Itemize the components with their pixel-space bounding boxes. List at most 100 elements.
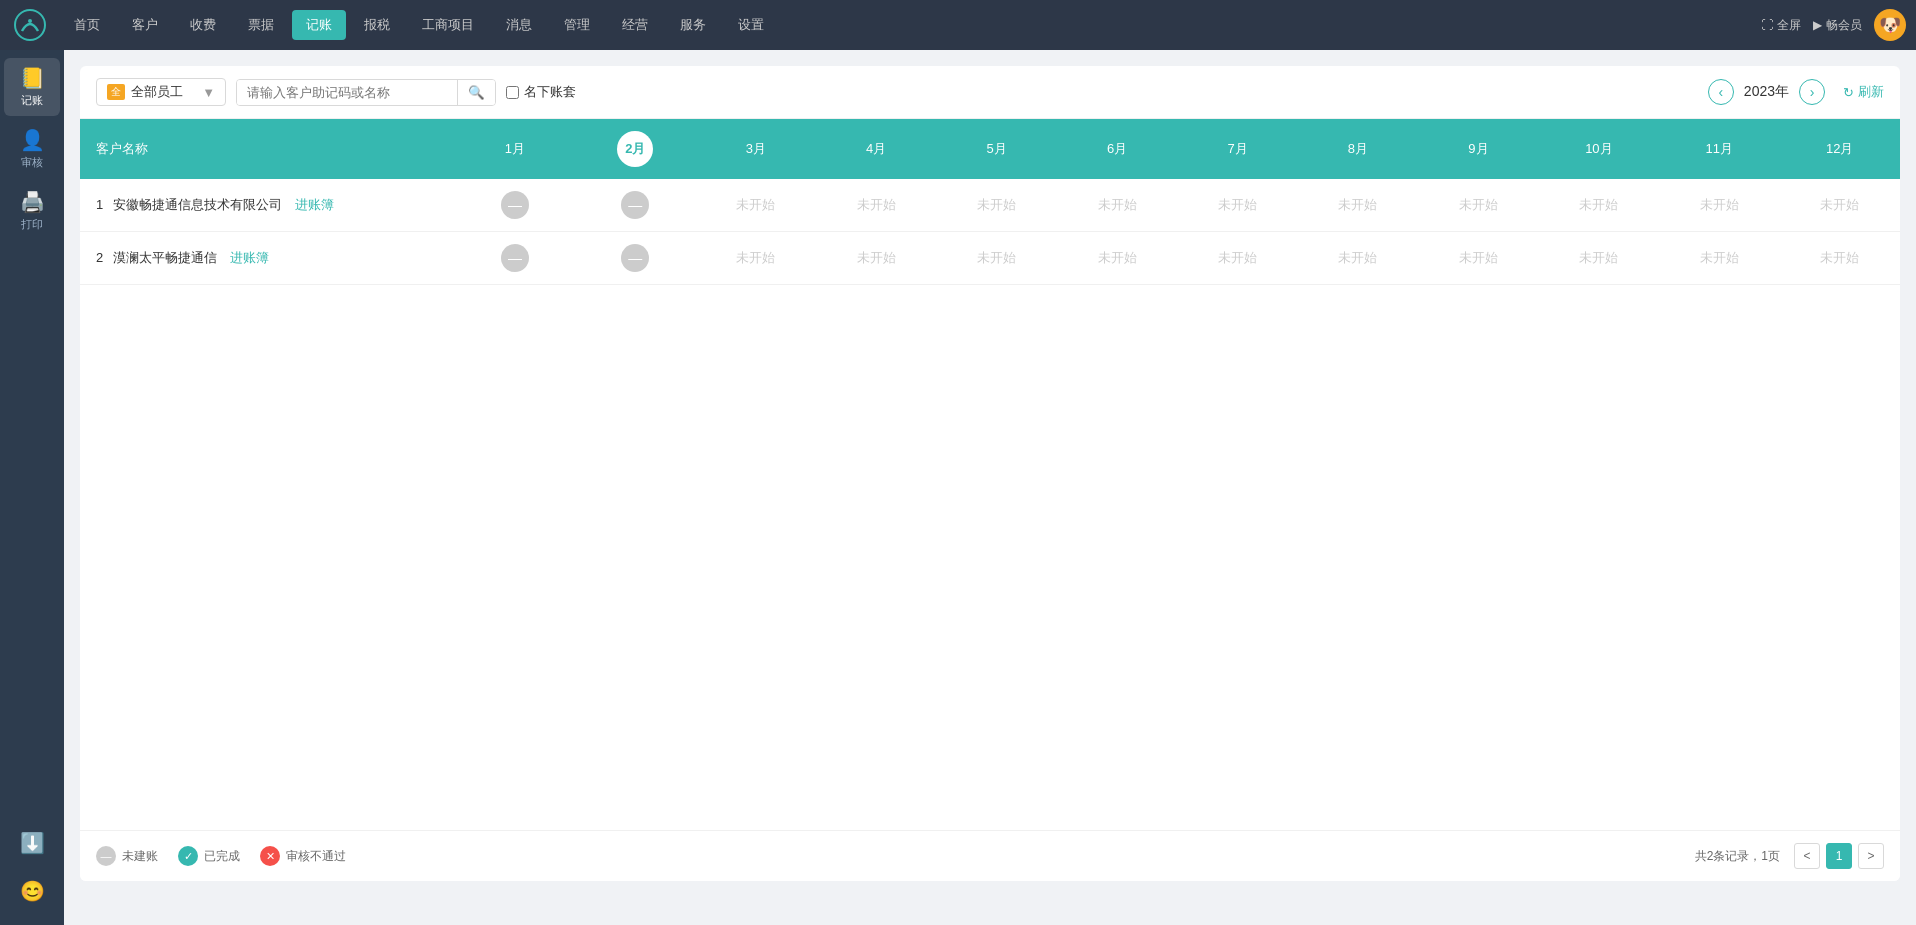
search-button[interactable]: 🔍 — [457, 80, 495, 105]
sidebar-item-user-face[interactable]: 😊 — [4, 871, 60, 911]
client-name-text: 安徽畅捷通信息技术有限公司 — [113, 197, 282, 212]
nav-manage[interactable]: 管理 — [550, 10, 604, 40]
employee-select[interactable]: 全 全部员工 ▼ — [96, 78, 226, 106]
month-cell-7: 未开始 — [1177, 179, 1297, 232]
pagination-info: 共2条记录，1页 — [1695, 848, 1780, 865]
download-icon: ⬇️ — [20, 831, 45, 855]
year-display: 2023年 — [1744, 83, 1789, 101]
status-not-started: 未开始 — [857, 197, 896, 212]
sidebar-item-bookkeeping[interactable]: 📒 记账 — [4, 58, 60, 116]
user-avatar[interactable]: 🐶 — [1874, 9, 1906, 41]
nav-home[interactable]: 首页 — [60, 10, 114, 40]
nav-menu: 首页 客户 收费 票据 记账 报税 工商项目 消息 管理 经营 服务 设置 — [60, 10, 1761, 40]
nav-settings[interactable]: 设置 — [724, 10, 778, 40]
th-client-name: 客户名称 — [80, 119, 455, 179]
member-icon: ▶ — [1813, 18, 1822, 32]
my-accounts-checkbox-label[interactable]: 名下账套 — [506, 83, 576, 101]
status-not-started: 未开始 — [1098, 250, 1137, 265]
fullscreen-label: 全屏 — [1777, 17, 1801, 34]
month-cell-1: — — [455, 232, 575, 285]
refresh-button[interactable]: ↻ 刷新 — [1843, 83, 1884, 101]
th-month-11: 11月 — [1659, 119, 1779, 179]
my-accounts-checkbox[interactable] — [506, 86, 519, 99]
status-not-started: 未开始 — [1579, 197, 1618, 212]
status-not-started: 未开始 — [977, 197, 1016, 212]
nav-bookkeeping[interactable]: 记账 — [292, 10, 346, 40]
th-month-10: 10月 — [1539, 119, 1659, 179]
th-month-9: 9月 — [1418, 119, 1538, 179]
month-cell-9: 未开始 — [1418, 179, 1538, 232]
legend-not-created: — 未建账 — [96, 846, 158, 866]
month-cell-4: 未开始 — [816, 232, 936, 285]
member-button[interactable]: ▶ 畅会员 — [1813, 17, 1862, 34]
data-table: 客户名称 1月 2月 3月 4月 5月 6月 7月 8月 9月 — [80, 119, 1900, 830]
nav-billing[interactable]: 收费 — [176, 10, 230, 40]
dropdown-arrow-icon: ▼ — [202, 85, 215, 100]
month-cell-6: 未开始 — [1057, 232, 1177, 285]
month-cell-11: 未开始 — [1659, 179, 1779, 232]
next-year-button[interactable]: › — [1799, 79, 1825, 105]
status-not-started: 未开始 — [1338, 197, 1377, 212]
sidebar-bottom: ⬇️ 😊 — [4, 823, 60, 925]
legend: — 未建账 ✓ 已完成 ✕ 审核不通过 — [96, 846, 346, 866]
month-cell-7: 未开始 — [1177, 232, 1297, 285]
fullscreen-button[interactable]: ⛶ 全屏 — [1761, 17, 1801, 34]
active-month-circle: 2月 — [617, 131, 653, 167]
month-cell-2: — — [575, 179, 695, 232]
page-card: 全 全部员工 ▼ 🔍 名下账套 ‹ 2023年 › — [80, 66, 1900, 881]
nav-operation[interactable]: 经营 — [608, 10, 662, 40]
status-not-started: 未开始 — [1098, 197, 1137, 212]
enter-ledger-link[interactable]: 进账簿 — [230, 250, 269, 265]
fullscreen-icon: ⛶ — [1761, 18, 1773, 32]
prev-page-button[interactable]: < — [1794, 843, 1820, 869]
enter-ledger-link[interactable]: 进账簿 — [295, 197, 334, 212]
nav-business[interactable]: 工商项目 — [408, 10, 488, 40]
search-input[interactable] — [237, 80, 457, 105]
footer: — 未建账 ✓ 已完成 ✕ 审核不通过 — [80, 830, 1900, 881]
employee-tag-icon: 全 — [107, 84, 125, 100]
client-index: 1 — [96, 197, 103, 212]
sidebar-item-audit[interactable]: 👤 审核 — [4, 120, 60, 178]
nav-message[interactable]: 消息 — [492, 10, 546, 40]
page-1-button[interactable]: 1 — [1826, 843, 1852, 869]
legend-dot-teal: ✓ — [178, 846, 198, 866]
month-cell-3: 未开始 — [696, 232, 816, 285]
month-cell-3: 未开始 — [696, 179, 816, 232]
legend-label-completed: 已完成 — [204, 848, 240, 865]
nav-right-actions: ⛶ 全屏 ▶ 畅会员 🐶 — [1761, 9, 1906, 41]
nav-tax[interactable]: 报税 — [350, 10, 404, 40]
checkbox-text: 名下账套 — [524, 83, 576, 101]
month-cell-8: 未开始 — [1298, 179, 1418, 232]
month-cell-11: 未开始 — [1659, 232, 1779, 285]
th-month-5: 5月 — [936, 119, 1056, 179]
month-cell-10: 未开始 — [1539, 232, 1659, 285]
status-not-started: 未开始 — [1820, 250, 1859, 265]
month-cell-5: 未开始 — [936, 232, 1056, 285]
pagination: 共2条记录，1页 < 1 > — [1695, 843, 1884, 869]
nav-customer[interactable]: 客户 — [118, 10, 172, 40]
next-page-button[interactable]: > — [1858, 843, 1884, 869]
status-circle-grey: — — [501, 244, 529, 272]
nav-invoice[interactable]: 票据 — [234, 10, 288, 40]
month-cell-12: 未开始 — [1780, 232, 1900, 285]
th-month-12: 12月 — [1780, 119, 1900, 179]
sidebar-item-download[interactable]: ⬇️ — [4, 823, 60, 863]
status-not-started: 未开始 — [1218, 250, 1257, 265]
client-name-cell: 2 漠澜太平畅捷通信 进账簿 — [80, 232, 455, 285]
month-cell-1: — — [455, 179, 575, 232]
status-not-started: 未开始 — [1218, 197, 1257, 212]
month-cell-2: — — [575, 232, 695, 285]
status-not-started: 未开始 — [1459, 197, 1498, 212]
refresh-icon: ↻ — [1843, 85, 1854, 100]
legend-completed: ✓ 已完成 — [178, 846, 240, 866]
top-navigation: 首页 客户 收费 票据 记账 报税 工商项目 消息 管理 经营 服务 设置 ⛶ … — [0, 0, 1916, 50]
prev-year-button[interactable]: ‹ — [1708, 79, 1734, 105]
main-layout: 📒 记账 👤 审核 🖨️ 打印 ⬇️ 😊 全 全部员工 — [0, 50, 1916, 925]
legend-rejected: ✕ 审核不通过 — [260, 846, 346, 866]
nav-service[interactable]: 服务 — [666, 10, 720, 40]
client-name-cell: 1 安徽畅捷通信息技术有限公司 进账簿 — [80, 179, 455, 232]
sidebar-item-print[interactable]: 🖨️ 打印 — [4, 182, 60, 240]
table-row: 2 漠澜太平畅捷通信 进账簿 ——未开始未开始未开始未开始未开始未开始未开始未开… — [80, 232, 1900, 285]
search-wrapper: 🔍 — [236, 79, 496, 106]
th-month-1: 1月 — [455, 119, 575, 179]
